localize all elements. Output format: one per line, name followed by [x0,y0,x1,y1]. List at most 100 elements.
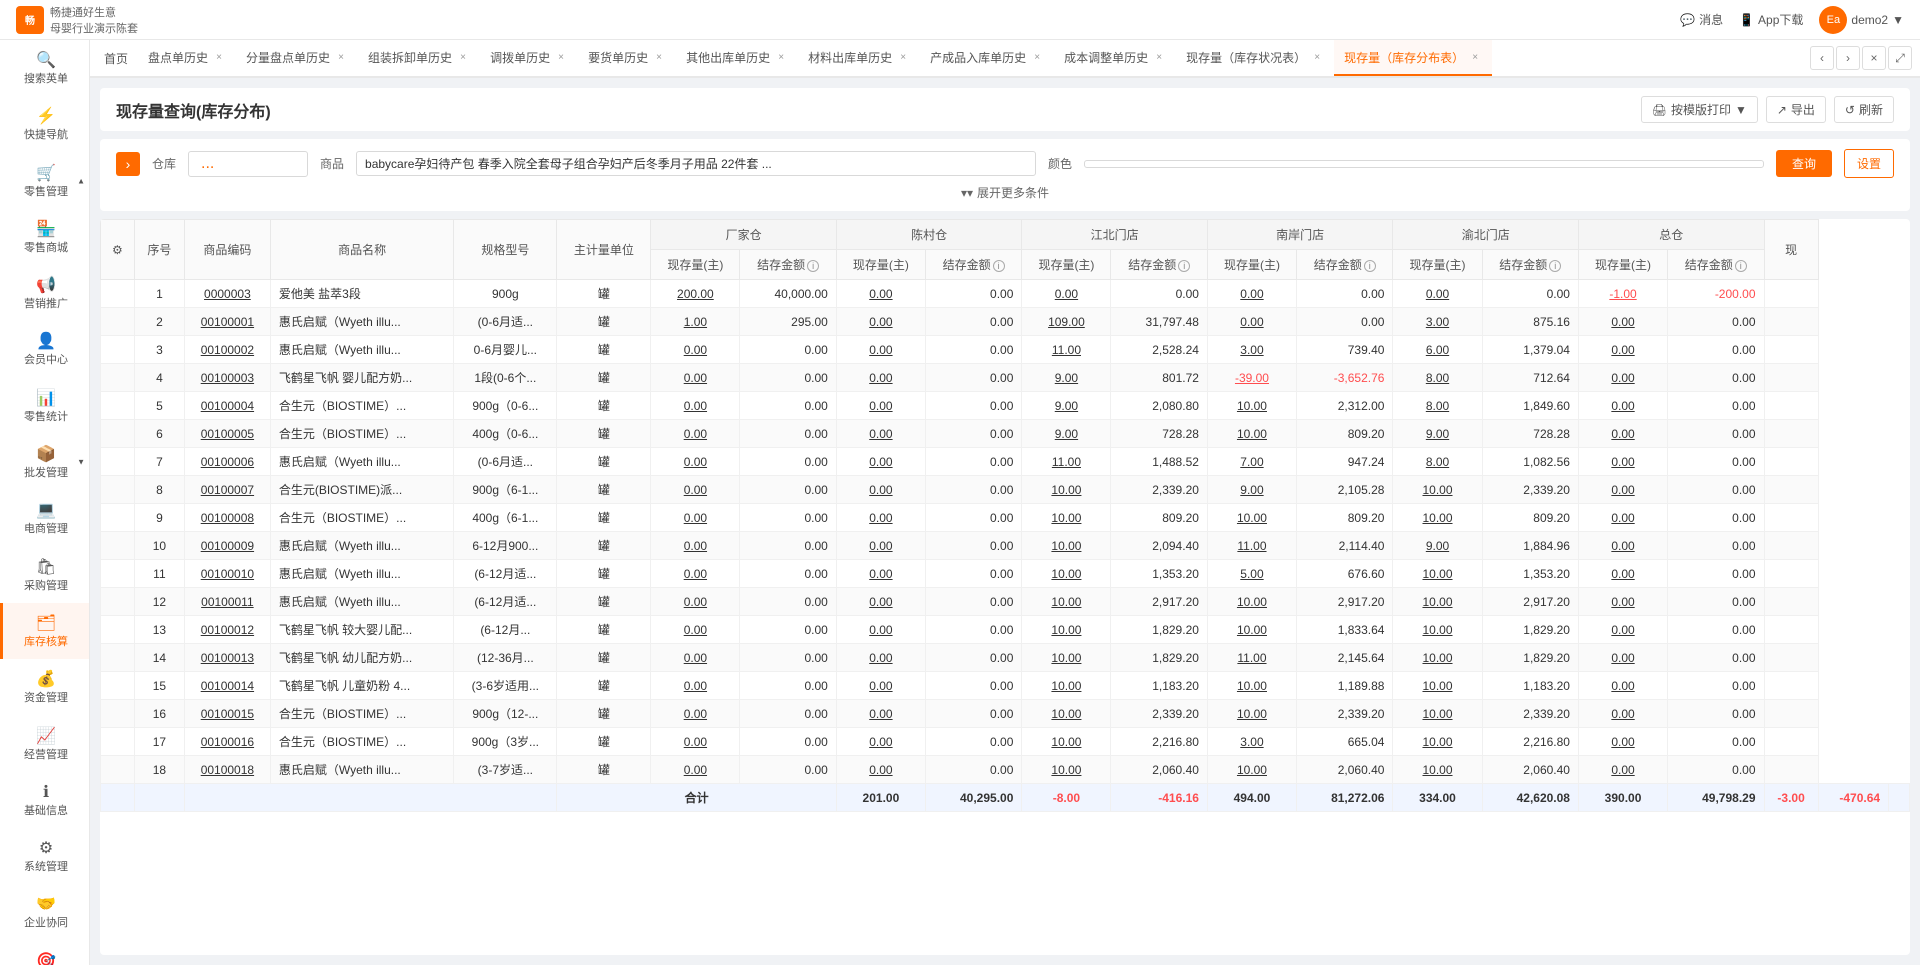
tab-assembly-close[interactable]: × [456,50,470,64]
col-factory-group-header: 厂家仓 [651,220,837,250]
sidebar-item-members[interactable]: 👤 会员中心 [0,321,89,377]
filter-area: › 仓库 ... 商品 babycare孕妇待产包 春季入院全套母子组合孕妇产后… [100,139,1910,211]
sidebar-item-system[interactable]: ⚙ 系统管理 [0,828,89,884]
sidebar-item-wholesale[interactable]: 📦 批发管理 ▼ [0,434,89,490]
purchase-icon: 🛍 [36,557,56,577]
sidebar-item-mall[interactable]: 🏪 零售商城 [0,209,89,265]
user-menu[interactable]: Ea demo2 ▼ [1819,6,1904,34]
members-icon: 👤 [36,331,56,351]
sidebar-item-inventory[interactable]: 🗂 库存核算 [0,603,89,659]
sidebar-item-basic-info[interactable]: ℹ 基础信息 [0,772,89,828]
col-nanan-group-header: 南岸门店 [1207,220,1393,250]
table-row: 1400100013飞鹤星飞帆 幼儿配方奶...(12-36月...罐0.000… [101,644,1910,672]
tab-finished-inbound-close[interactable]: × [1030,50,1044,64]
tab-transfer-close[interactable]: × [554,50,568,64]
tab-portion-stocktake-close[interactable]: × [334,50,348,64]
col-factory-stock-header: 现存量(主) [651,250,740,280]
sidebar-item-collab[interactable]: 🤝 企业协同 [0,884,89,940]
sidebar-item-guide[interactable]: 🎯 新手引导 [0,941,89,965]
print-dropdown-icon: ▼ [1735,103,1747,117]
table-total-row: 合计201.0040,295.00-8.00-416.16494.0081,27… [101,784,1910,812]
tab-cost-adjust-close[interactable]: × [1152,50,1166,64]
tab-cost-adjust[interactable]: 成本调整单历史 × [1054,40,1176,76]
page-title: 现存量查询(库存分布) [116,98,271,122]
tab-assembly[interactable]: 组装拆卸单历史 × [358,40,480,76]
tab-close-all-btn[interactable]: × [1862,46,1886,70]
inventory-icon: 🗂 [36,613,56,633]
tab-finished-inbound[interactable]: 产成品入库单历史 × [920,40,1054,76]
sidebar-item-marketing[interactable]: 📢 营销推广 [0,265,89,321]
sidebar-item-finance[interactable]: 💰 资金管理 [0,659,89,715]
tab-portion-stocktake[interactable]: 分量盘点单历史 × [236,40,358,76]
factory-amount-info[interactable]: i [807,260,819,272]
table-row: 1700100016合生元（BIOSTIME）...900g（3岁...罐0.0… [101,728,1910,756]
tab-assembly-label: 组装拆卸单历史 [368,49,452,66]
tab-material-outbound-close[interactable]: × [896,50,910,64]
table-row: 800100007合生元(BIOSTIME)派...900g（6-1...罐0.… [101,476,1910,504]
col-total-amount-header: 结存金额i [1668,250,1764,280]
tab-stock-status[interactable]: 现存量（库存状况表） × [1176,40,1334,76]
col-yubeimen-amount-header: 结存金额i [1482,250,1578,280]
sidebar-item-operations[interactable]: 📈 经营管理 [0,716,89,772]
export-label: 导出 [1791,101,1815,118]
color-input[interactable] [1084,160,1764,168]
print-btn[interactable]: 🖨 按模版打印 ▼ [1641,96,1758,123]
jiangbei-amount-info[interactable]: i [1178,260,1190,272]
tab-transfer[interactable]: 调拨单历史 × [480,40,578,76]
color-filter-label: 颜色 [1048,155,1072,172]
sidebar-label-purchase: 采购管理 [24,579,68,593]
sidebar-item-search[interactable]: 🔍 搜索英单 [0,40,89,96]
logo-icon: 畅 [16,6,44,34]
tab-home[interactable]: 首页 [94,50,138,67]
yubeimen-amount-info[interactable]: i [1549,260,1561,272]
tab-stock-distribution-close[interactable]: × [1468,50,1482,64]
export-btn[interactable]: ↗ 导出 [1766,96,1826,123]
tab-prev-btn[interactable]: ‹ [1810,46,1834,70]
tab-other-outbound[interactable]: 其他出库单历史 × [676,40,798,76]
nanan-amount-info[interactable]: i [1364,260,1376,272]
tab-requisition-close[interactable]: × [652,50,666,64]
table-row: 600100005合生元（BIOSTIME）...400g（0-6...罐0.0… [101,420,1910,448]
col-chenshi-amount-header: 结存金额i [925,250,1021,280]
data-table-container: ⚙ 序号 商品编码 商品名称 规格型号 主计量单位 厂家仓 陈村仓 江北门店 南… [100,219,1910,955]
search-btn[interactable]: 查询 [1776,150,1832,177]
filter-expand-row: ▾▾ 展开更多条件 [116,184,1894,201]
refresh-btn[interactable]: ↺ 刷新 [1834,96,1894,123]
table-row: 900100008合生元（BIOSTIME）...400g（6-1...罐0.0… [101,504,1910,532]
col-chenshi-group-header: 陈村仓 [836,220,1022,250]
sidebar-item-purchase[interactable]: 🛍 采购管理 [0,547,89,603]
product-input[interactable]: babycare孕妇待产包 春季入院全套母子组合孕妇产后冬季月子用品 22件套 … [356,151,1036,176]
product-filter-label: 商品 [320,155,344,172]
message-btn[interactable]: 💬 消息 [1680,11,1723,28]
sidebar-item-ecommerce[interactable]: 💻 电商管理 [0,490,89,546]
basic-info-icon: ℹ [43,782,49,802]
retail-mgmt-arrow: ▲ [77,176,85,185]
tab-stock-status-close[interactable]: × [1310,50,1324,64]
print-icon: 🖨 [1652,103,1667,117]
col-settings-header[interactable]: ⚙ [101,220,135,280]
tab-stocktake-history[interactable]: 盘点单历史 × [138,40,236,76]
tab-other-outbound-close[interactable]: × [774,50,788,64]
table-row: 1200100011惠氏启赋（Wyeth illu...(6-12月适...罐0… [101,588,1910,616]
warehouse-input[interactable]: ... [188,151,308,177]
col-nanan-stock-header: 现存量(主) [1207,250,1296,280]
tab-requisition[interactable]: 要货单历史 × [578,40,676,76]
sidebar-item-retail-mgmt[interactable]: 🛒 零售管理 ▲ [0,153,89,209]
filter-collapse-btn[interactable]: › [116,152,140,176]
app-download-btn[interactable]: 📱 App下载 [1739,11,1803,28]
settings-gear-icon: ⚙ [112,243,123,257]
tab-stocktake-history-close[interactable]: × [212,50,226,64]
table-row: 400100003飞鹤星飞帆 婴儿配方奶...1段(0-6个...罐0.000.… [101,364,1910,392]
tab-fullscreen-btn[interactable]: ⤢ [1888,46,1912,70]
tab-stock-distribution[interactable]: 现存量（库存分布表） × [1334,40,1492,76]
sidebar-item-shortcut[interactable]: ⚡ 快捷导航 [0,96,89,152]
tab-material-outbound[interactable]: 材料出库单历史 × [798,40,920,76]
tab-next-btn[interactable]: › [1836,46,1860,70]
setting-btn[interactable]: 设置 [1844,149,1894,178]
tab-stock-status-label: 现存量（库存状况表） [1186,49,1306,66]
chenshi-amount-info[interactable]: i [993,260,1005,272]
expand-conditions-btn[interactable]: ▾▾ 展开更多条件 [961,184,1049,201]
sidebar-item-retail-stats[interactable]: 📊 零售统计 [0,378,89,434]
total-amount-info[interactable]: i [1735,260,1747,272]
table-row: 10000003爱他美 盐萃3段900g罐200.0040,000.000.00… [101,280,1910,308]
